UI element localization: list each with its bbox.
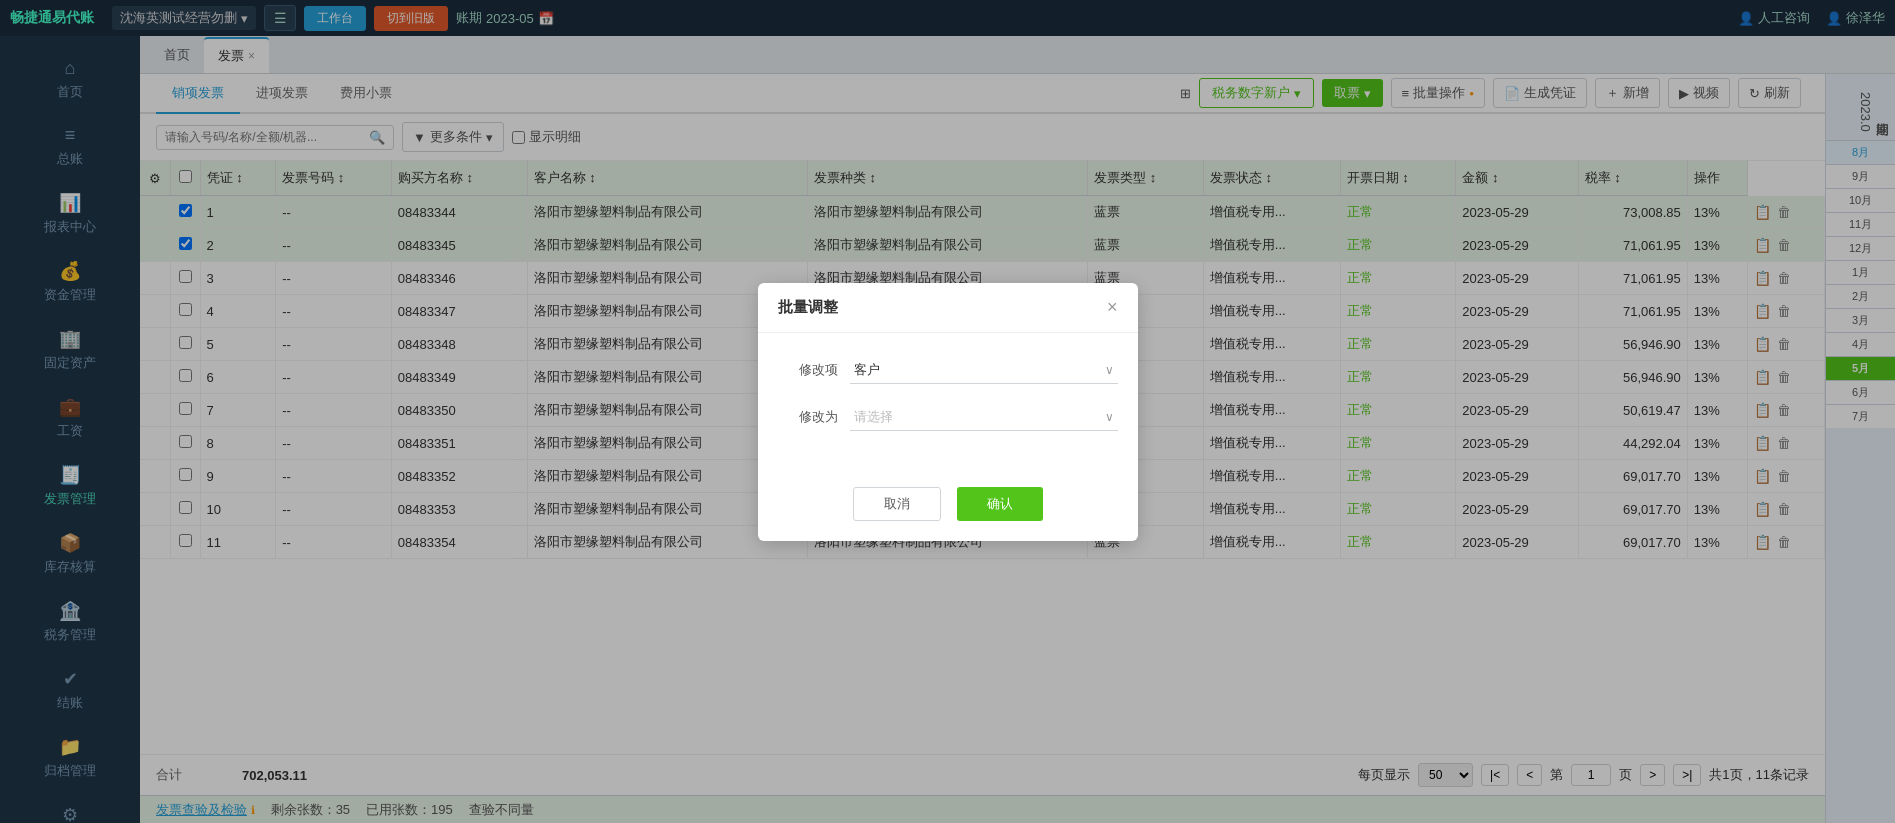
modify-field-arrow: ∨ [1105,363,1114,377]
modify-to-select[interactable]: 请选择 ∨ [850,404,1118,431]
modify-field-value: 客户 [854,361,880,379]
confirm-btn[interactable]: 确认 [957,487,1043,521]
modify-to-row: 修改为 请选择 ∨ [778,404,1118,431]
modal-body: 修改项 客户 ∨ 修改为 请选择 ∨ [758,333,1138,475]
batch-adjust-modal: 批量调整 × 修改项 客户 ∨ 修改为 请选择 ∨ 取消 确认 [758,283,1138,541]
modal-footer: 取消 确认 [758,475,1138,541]
modal-close-btn[interactable]: × [1107,297,1118,318]
modify-to-label: 修改为 [778,408,838,426]
modify-to-arrow: ∨ [1105,410,1114,424]
modal-overlay[interactable]: 批量调整 × 修改项 客户 ∨ 修改为 请选择 ∨ 取消 确认 [0,0,1895,823]
cancel-btn[interactable]: 取消 [853,487,941,521]
modal-header: 批量调整 × [758,283,1138,333]
modify-field-select[interactable]: 客户 ∨ [850,357,1118,384]
modify-field-row: 修改项 客户 ∨ [778,357,1118,384]
modify-field-label: 修改项 [778,361,838,379]
modify-to-placeholder: 请选择 [854,408,893,426]
modal-title: 批量调整 [778,298,838,317]
